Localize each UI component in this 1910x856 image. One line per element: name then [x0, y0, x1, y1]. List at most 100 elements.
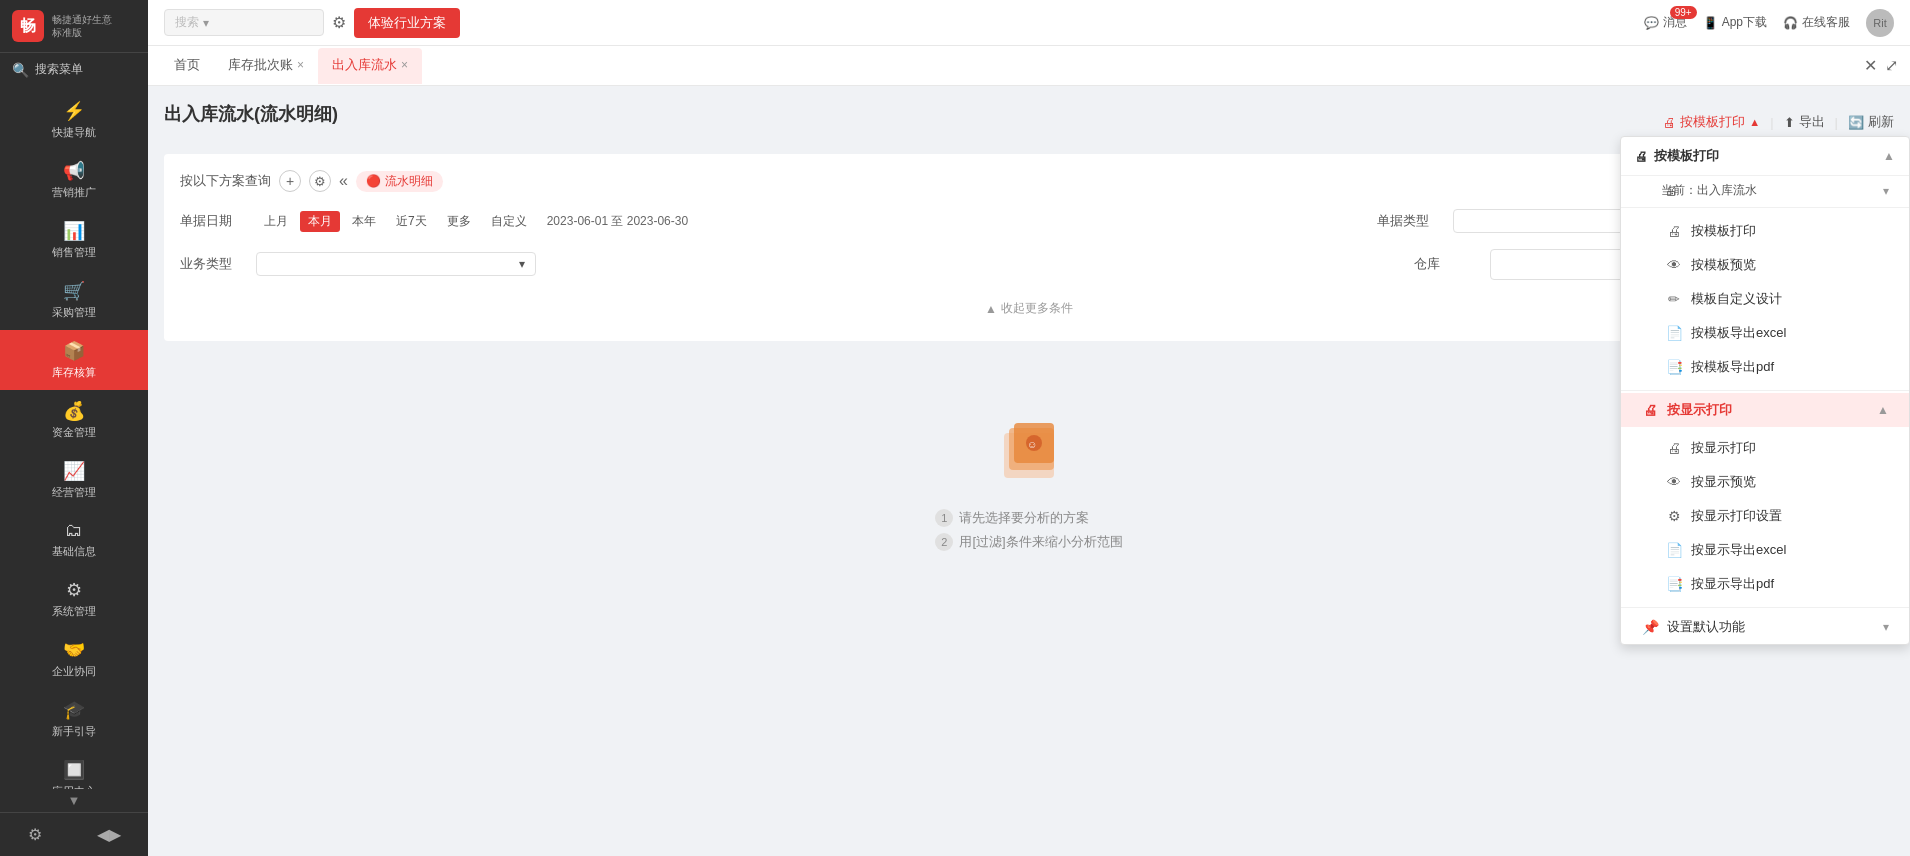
sidebar-item-guide[interactable]: 🎓 新手引导 — [0, 689, 148, 749]
date-tab-custom[interactable]: 自定义 — [483, 211, 535, 232]
window-buttons: ✕ ⤢ — [1864, 56, 1898, 75]
inventory-icon: 📦 — [63, 340, 85, 362]
topbar-search-box[interactable]: 搜索 ▾ — [164, 9, 324, 36]
template-preview-label: 按模板预览 — [1691, 256, 1756, 274]
filter-setting-button[interactable]: ⚙ — [309, 170, 331, 192]
business-type-select[interactable]: ▾ — [256, 252, 536, 276]
sidebar-item-operation[interactable]: 📈 经营管理 — [0, 450, 148, 510]
sidebar-item-finance[interactable]: 💰 资金管理 — [0, 390, 148, 450]
user-name: Rit — [1873, 17, 1886, 29]
sidebar-item-appstore[interactable]: 🔲 应用中心 — [0, 749, 148, 789]
template-section: 🖨 按模板打印 👁 按模板预览 ✏ 模板自定义设计 📄 按模板导出excel 📑 — [1621, 210, 1909, 388]
template-print-icon: 🖨 — [1665, 223, 1683, 239]
date-tab-current-month[interactable]: 本月 — [300, 211, 340, 232]
filter-add-button[interactable]: + — [279, 170, 301, 192]
tab-home[interactable]: 首页 — [160, 48, 214, 84]
display-export-pdf-button[interactable]: 📑 按显示导出pdf — [1621, 567, 1909, 601]
template-export-excel-button[interactable]: 📄 按模板导出excel — [1621, 316, 1909, 350]
industry-solution-button[interactable]: 体验行业方案 — [354, 8, 460, 38]
window-expand-button[interactable]: ⤢ — [1885, 56, 1898, 75]
topbar: 搜索 ▾ ⚙ 体验行业方案 💬 消息 99+ 📱 App下载 🎧 在线客服 Ri… — [148, 0, 1910, 46]
export-button[interactable]: ⬆ 导出 — [1784, 113, 1825, 131]
sidebar-item-label: 新手引导 — [52, 724, 96, 739]
sidebar-footer: ⚙ ◀▶ — [0, 812, 148, 856]
tip-num-2: 2 — [935, 533, 953, 551]
appstore-icon: 🔲 — [63, 759, 85, 781]
online-service-button[interactable]: 🎧 在线客服 — [1783, 14, 1850, 31]
sidebar-toggle-button[interactable]: ◀▶ — [89, 821, 129, 848]
user-avatar[interactable]: Rit — [1866, 9, 1894, 37]
display-print-icon: 🖨 — [1665, 440, 1683, 456]
sidebar-item-label: 快捷导航 — [52, 125, 96, 140]
sidebar-item-label: 经营管理 — [52, 485, 96, 500]
sidebar-search[interactable]: 🔍 搜索菜单 — [0, 53, 148, 86]
sidebar-item-basic[interactable]: 🗂 基础信息 — [0, 510, 148, 569]
filter-collapse-button[interactable]: « — [339, 172, 348, 190]
sidebar-item-inventory[interactable]: 📦 库存核算 — [0, 330, 148, 390]
sidebar-item-collab[interactable]: 🤝 企业协同 — [0, 629, 148, 689]
message-badge: 99+ — [1670, 6, 1697, 19]
message-button[interactable]: 💬 消息 99+ — [1644, 14, 1687, 31]
dropdown-panel-up-arrow[interactable]: ▲ — [1883, 149, 1895, 163]
display-export-excel-button[interactable]: 📄 按显示导出excel — [1621, 533, 1909, 567]
sidebar-item-label: 库存核算 — [52, 365, 96, 380]
date-tab-last-month[interactable]: 上月 — [256, 211, 296, 232]
template-custom-design-button[interactable]: ✏ 模板自定义设计 — [1621, 282, 1909, 316]
sidebar-item-label: 基础信息 — [52, 544, 96, 559]
dropdown-sep-1 — [1621, 207, 1909, 208]
search-text: 搜索 — [175, 14, 199, 31]
dropdown-header: 🖨 按模板打印 ▲ — [1621, 137, 1909, 176]
template-export-pdf-button[interactable]: 📑 按模板导出pdf — [1621, 350, 1909, 384]
default-arrow: ▾ — [1883, 620, 1889, 634]
tab-home-label: 首页 — [174, 56, 200, 74]
date-tab-current-year[interactable]: 本年 — [344, 211, 384, 232]
current-arrow: ▾ — [1883, 184, 1889, 198]
warehouse-label: 仓库 — [1414, 255, 1474, 273]
export-icon: ⬆ — [1784, 115, 1795, 130]
dropdown-title: 🖨 按模板打印 — [1635, 147, 1719, 165]
toolbar: 🖨 按模板打印 ▲ | ⬆ 导出 | 🔄 刷新 — [1663, 113, 1894, 131]
tab-inout-flow[interactable]: 出入库流水 × — [318, 48, 422, 84]
set-default-function-button[interactable]: 📌 设置默认功能 ▾ — [1621, 610, 1909, 644]
sidebar-item-purchase[interactable]: 🛒 采购管理 — [0, 270, 148, 330]
export-label: 导出 — [1799, 113, 1825, 131]
topbar-left: 搜索 ▾ ⚙ 体验行业方案 — [164, 8, 1644, 38]
date-tab-more[interactable]: 更多 — [439, 211, 479, 232]
dropdown-icon: ▾ — [203, 16, 209, 30]
sidebar-scroll-down[interactable]: ▼ — [0, 789, 148, 812]
topbar-right: 💬 消息 99+ 📱 App下载 🎧 在线客服 Rit — [1644, 9, 1894, 37]
sidebar-settings-button[interactable]: ⚙ — [20, 821, 50, 848]
toolbar-sep2: | — [1835, 115, 1838, 130]
sidebar-menu: ⚡ 快捷导航 📢 营销推广 📊 销售管理 🛒 采购管理 📦 库存核算 💰 资金管… — [0, 86, 148, 789]
refresh-button[interactable]: 🔄 刷新 — [1848, 113, 1894, 131]
tab-inout-flow-close[interactable]: × — [401, 58, 408, 72]
window-close-button[interactable]: ✕ — [1864, 56, 1877, 75]
display-settings-button[interactable]: ⚙ 按显示打印设置 — [1621, 499, 1909, 533]
sidebar-logo: 畅 畅捷通好生意 标准版 — [0, 0, 148, 53]
app-download-button[interactable]: 📱 App下载 — [1703, 14, 1767, 31]
template-preview-icon: 👁 — [1665, 257, 1683, 273]
date-tab-last-7-days[interactable]: 近7天 — [388, 211, 435, 232]
filter-tag-label: 流水明细 — [385, 173, 433, 190]
display-pdf-icon: 📑 — [1665, 576, 1683, 592]
template-preview-button[interactable]: 👁 按模板预览 — [1621, 248, 1909, 282]
main-area: 搜索 ▾ ⚙ 体验行业方案 💬 消息 99+ 📱 App下载 🎧 在线客服 Ri… — [148, 0, 1910, 856]
print-template-button[interactable]: 🖨 按模板打印 ▲ — [1663, 113, 1760, 131]
display-preview-button[interactable]: 👁 按显示预览 — [1621, 465, 1909, 499]
sidebar-item-marketing[interactable]: 📢 营销推广 — [0, 150, 148, 210]
filter-header-label: 按以下方案查询 — [180, 172, 271, 190]
topbar-gear-icon[interactable]: ⚙ — [332, 13, 346, 32]
sidebar-item-quick-nav[interactable]: ⚡ 快捷导航 — [0, 90, 148, 150]
display-section-header[interactable]: 🖨 按显示打印 ▲ — [1621, 393, 1909, 427]
filter-active-tag[interactable]: 🔴 流水明细 — [356, 171, 443, 192]
collapse-more-label: 收起更多条件 — [1001, 300, 1073, 317]
tab-batch-account-close[interactable]: × — [297, 58, 304, 72]
tab-batch-account[interactable]: 库存批次账 × — [214, 48, 318, 84]
display-preview-icon: 👁 — [1665, 474, 1683, 490]
display-print-button[interactable]: 🖨 按显示打印 — [1621, 431, 1909, 465]
sidebar-item-sales[interactable]: 📊 销售管理 — [0, 210, 148, 270]
operation-icon: 📈 — [63, 460, 85, 482]
template-print-button[interactable]: 🖨 按模板打印 — [1621, 214, 1909, 248]
sidebar-item-system[interactable]: ⚙ 系统管理 — [0, 569, 148, 629]
display-section: 🖨 按显示打印 👁 按显示预览 ⚙ 按显示打印设置 📄 按显示导出excel 📑 — [1621, 427, 1909, 605]
